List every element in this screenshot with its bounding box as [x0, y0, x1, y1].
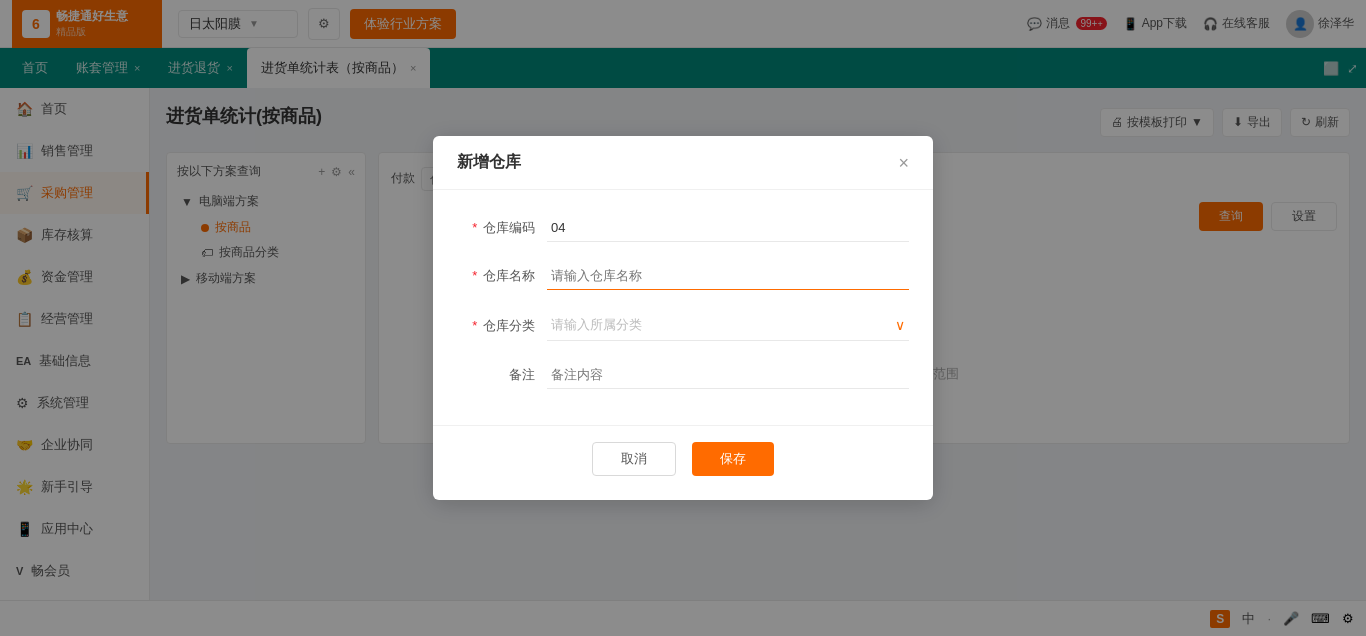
warehouse-category-row: * 仓库分类 请输入所属分类 ∨: [457, 310, 909, 341]
warehouse-name-label: * 仓库名称: [457, 267, 547, 285]
warehouse-name-row: * 仓库名称: [457, 262, 909, 290]
modal-footer: 取消 保存: [433, 425, 933, 500]
chevron-down-icon: ∨: [895, 317, 905, 333]
modal-body: * 仓库编码 * 仓库名称 * 仓库分类 请输入所属: [433, 190, 933, 425]
note-label: 备注: [457, 366, 547, 384]
modal-add-warehouse: 新增仓库 × * 仓库编码 * 仓库名称: [433, 136, 933, 500]
save-button[interactable]: 保存: [692, 442, 774, 476]
warehouse-code-row: * 仓库编码: [457, 214, 909, 242]
warehouse-code-input[interactable]: [547, 214, 909, 242]
modal-close-button[interactable]: ×: [898, 154, 909, 172]
note-input[interactable]: [547, 361, 909, 389]
note-row: 备注: [457, 361, 909, 389]
modal-title: 新增仓库: [457, 152, 521, 173]
modal-header: 新增仓库 ×: [433, 136, 933, 190]
modal-overlay[interactable]: 新增仓库 × * 仓库编码 * 仓库名称: [0, 0, 1366, 636]
warehouse-category-label: * 仓库分类: [457, 317, 547, 335]
cancel-button[interactable]: 取消: [592, 442, 676, 476]
warehouse-category-select[interactable]: 请输入所属分类 ∨: [547, 310, 909, 341]
warehouse-code-label: * 仓库编码: [457, 219, 547, 237]
warehouse-name-input[interactable]: [547, 262, 909, 290]
category-placeholder: 请输入所属分类: [551, 316, 642, 334]
